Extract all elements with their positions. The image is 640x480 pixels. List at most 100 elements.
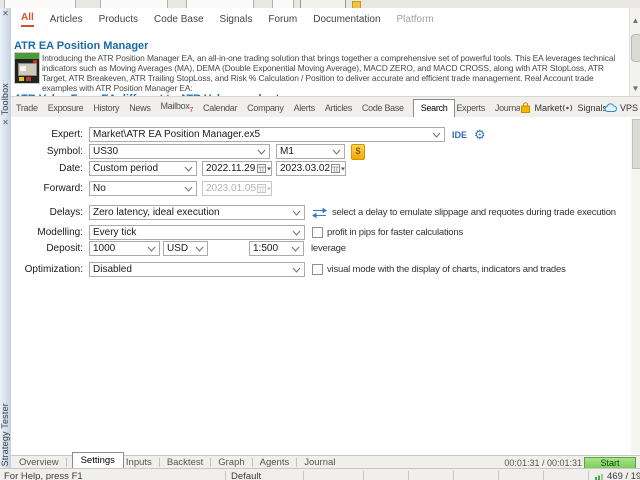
thumb-red-dot2 (26, 77, 31, 81)
profit-in-pips-checkbox[interactable] (312, 227, 323, 238)
ide-button[interactable]: IDE (452, 130, 467, 140)
forward-combo[interactable]: No (89, 181, 197, 196)
web-tab-articles[interactable]: Articles (50, 14, 83, 25)
thumb-yellow-dot (19, 77, 24, 81)
tester-scrollbar-thumb[interactable] (632, 119, 640, 169)
gear-icon[interactable]: ⚙ (474, 128, 486, 141)
toolbox-tab-search[interactable]: Search (412, 98, 456, 118)
optimization-combo[interactable]: Disabled (89, 262, 305, 277)
visual-mode-checkbox[interactable] (312, 264, 323, 275)
date-mode-combo[interactable]: Custom period (89, 161, 197, 176)
toolbox-tab-calendar[interactable]: Calendar (202, 103, 238, 113)
tester-close-icon[interactable]: ✕ (1, 119, 10, 128)
profit-in-pips-label: profit in pips for faster calculations (327, 227, 464, 238)
currency-combo[interactable]: USD (163, 241, 208, 256)
article-description: Introducing the ATR Position Manager EA,… (42, 53, 616, 93)
chevron-down-icon (292, 230, 301, 236)
toolbox-close-icon[interactable]: ✕ (1, 10, 10, 19)
mql5-web-panel: All Articles Products Code Base Signals … (11, 8, 629, 96)
chevron-down-icon (291, 246, 300, 252)
web-tab-products[interactable]: Products (99, 14, 138, 25)
tester-scrollbar[interactable] (631, 118, 640, 454)
forward-date-field: 2023.01.05 (202, 181, 272, 196)
signals-waves-icon (563, 104, 573, 111)
deposit-combo[interactable]: 1000 (89, 241, 160, 256)
toolbox-tab-exposure[interactable]: Exposure (47, 103, 85, 113)
toolbox-tab-codebase[interactable]: Code Base (361, 103, 405, 113)
forward-row: Forward: No 2023.01.05 (11, 180, 272, 197)
expert-combo[interactable]: Market\ATR EA Position Manager.ex5 (89, 127, 445, 142)
toolbox-tab-journal[interactable]: Journal (494, 103, 520, 113)
test-duration: 00:01:31 / 00:01:31 (504, 458, 582, 468)
toolbox-tab-history[interactable]: History (92, 103, 120, 113)
scroll-down-icon[interactable]: ▼ (630, 84, 640, 95)
symbol-info-icon[interactable]: $ (351, 143, 365, 160)
web-tab-codebase[interactable]: Code Base (154, 14, 203, 25)
toolbox-tab-alerts[interactable]: Alerts (293, 103, 316, 113)
signals-button[interactable]: Signals (561, 100, 607, 115)
traffic-counter[interactable]: 469 / 194 Kb (607, 471, 640, 480)
web-scrollbar-thumb[interactable] (631, 34, 640, 62)
web-tab-all[interactable]: All (21, 12, 34, 27)
web-scrollbar[interactable]: ▲ ▼ (629, 8, 640, 96)
delays-hint: select a delay to emulate slippage and r… (332, 207, 616, 218)
delays-row: Delays: Zero latency, ideal execution se… (11, 204, 616, 221)
date-to-field[interactable]: 2023.03.02 (276, 161, 346, 176)
chevron-down-icon (292, 267, 301, 273)
market-bag-icon (521, 101, 531, 113)
toolbox-tab-company[interactable]: Company (246, 103, 284, 113)
profile-name[interactable]: Default (231, 471, 261, 480)
chevron-down-icon (147, 246, 156, 252)
tester-tab-inputs[interactable]: Inputs (124, 457, 154, 468)
toolbox-tab-trade[interactable]: Trade (15, 103, 39, 113)
market-button[interactable]: Market (520, 100, 562, 115)
tester-panel-title: Strategy Tester (0, 402, 10, 466)
deposit-row: Deposit: 1000 USD 1:500 leverage (11, 240, 346, 257)
modelling-row: Modelling: Every tick profit in pips for… (11, 224, 463, 241)
tester-tab-agents[interactable]: Agents (258, 457, 292, 468)
modelling-combo[interactable]: Every tick (89, 225, 305, 240)
web-tab-platform[interactable]: Platform (397, 14, 434, 25)
visual-mode-label: visual mode with the display of charts, … (327, 264, 566, 275)
toolbox-tab-mailbox[interactable]: Mailbox7 (160, 101, 195, 114)
tester-tab-bar: Overview Settings Inputs Backtest Graph … (11, 451, 640, 470)
tester-tab-backtest[interactable]: Backtest (165, 457, 205, 468)
expert-row: Expert: Market\ATR EA Position Manager.e… (11, 126, 486, 143)
vps-button[interactable]: VPS (604, 100, 638, 115)
timeframe-combo[interactable]: M1 (276, 144, 345, 159)
symbol-label: Symbol: (46, 146, 83, 157)
deposit-label: Deposit: (46, 243, 83, 254)
calendar-icon (257, 164, 271, 173)
date-from-field[interactable]: 2022.11.29 (202, 161, 272, 176)
leverage-combo[interactable]: 1:500 (249, 241, 304, 256)
toolbox-tab-experts[interactable]: Experts (455, 103, 485, 113)
scroll-up-icon[interactable]: ▲ (630, 16, 640, 27)
tester-tab-overview[interactable]: Overview (17, 457, 61, 468)
tester-tab-settings[interactable]: Settings (71, 451, 124, 470)
tester-tab-journal[interactable]: Journal (302, 457, 337, 468)
toolbox-panel-title: Toolbox (0, 82, 10, 115)
symbol-combo[interactable]: US30 (89, 144, 270, 159)
chevron-down-icon (332, 149, 341, 155)
web-tab-signals[interactable]: Signals (220, 14, 253, 25)
latency-sliders-icon (312, 207, 327, 218)
web-tab-documentation[interactable]: Documentation (313, 14, 380, 25)
ea-product-thumbnail[interactable] (14, 52, 40, 84)
modelling-label: Modelling: (37, 227, 83, 238)
article-title-link[interactable]: ATR EA Position Manager (14, 40, 148, 52)
status-bar: For Help, press F1 Default 469 / 194 Kb (0, 468, 640, 480)
toolbox-tabs: Trade Exposure History News Mailbox7 Cal… (15, 97, 520, 118)
toolbox-tab-bar: Trade Exposure History News Mailbox7 Cal… (11, 96, 640, 119)
optimization-label: Optimization: (24, 264, 83, 275)
chevron-down-icon (292, 210, 301, 216)
tester-tab-graph[interactable]: Graph (216, 457, 246, 468)
web-tab-forum[interactable]: Forum (268, 14, 297, 25)
delays-label: Delays: (49, 207, 83, 218)
chevron-down-icon (195, 246, 204, 252)
connection-bars-icon (595, 474, 603, 480)
toolbox-tab-news[interactable]: News (128, 103, 151, 113)
optimization-row: Optimization: Disabled visual mode with … (11, 261, 566, 278)
toolbox-tab-articles[interactable]: Articles (324, 103, 353, 113)
vps-cloud-icon (604, 102, 617, 112)
delays-combo[interactable]: Zero latency, ideal execution (89, 205, 305, 220)
